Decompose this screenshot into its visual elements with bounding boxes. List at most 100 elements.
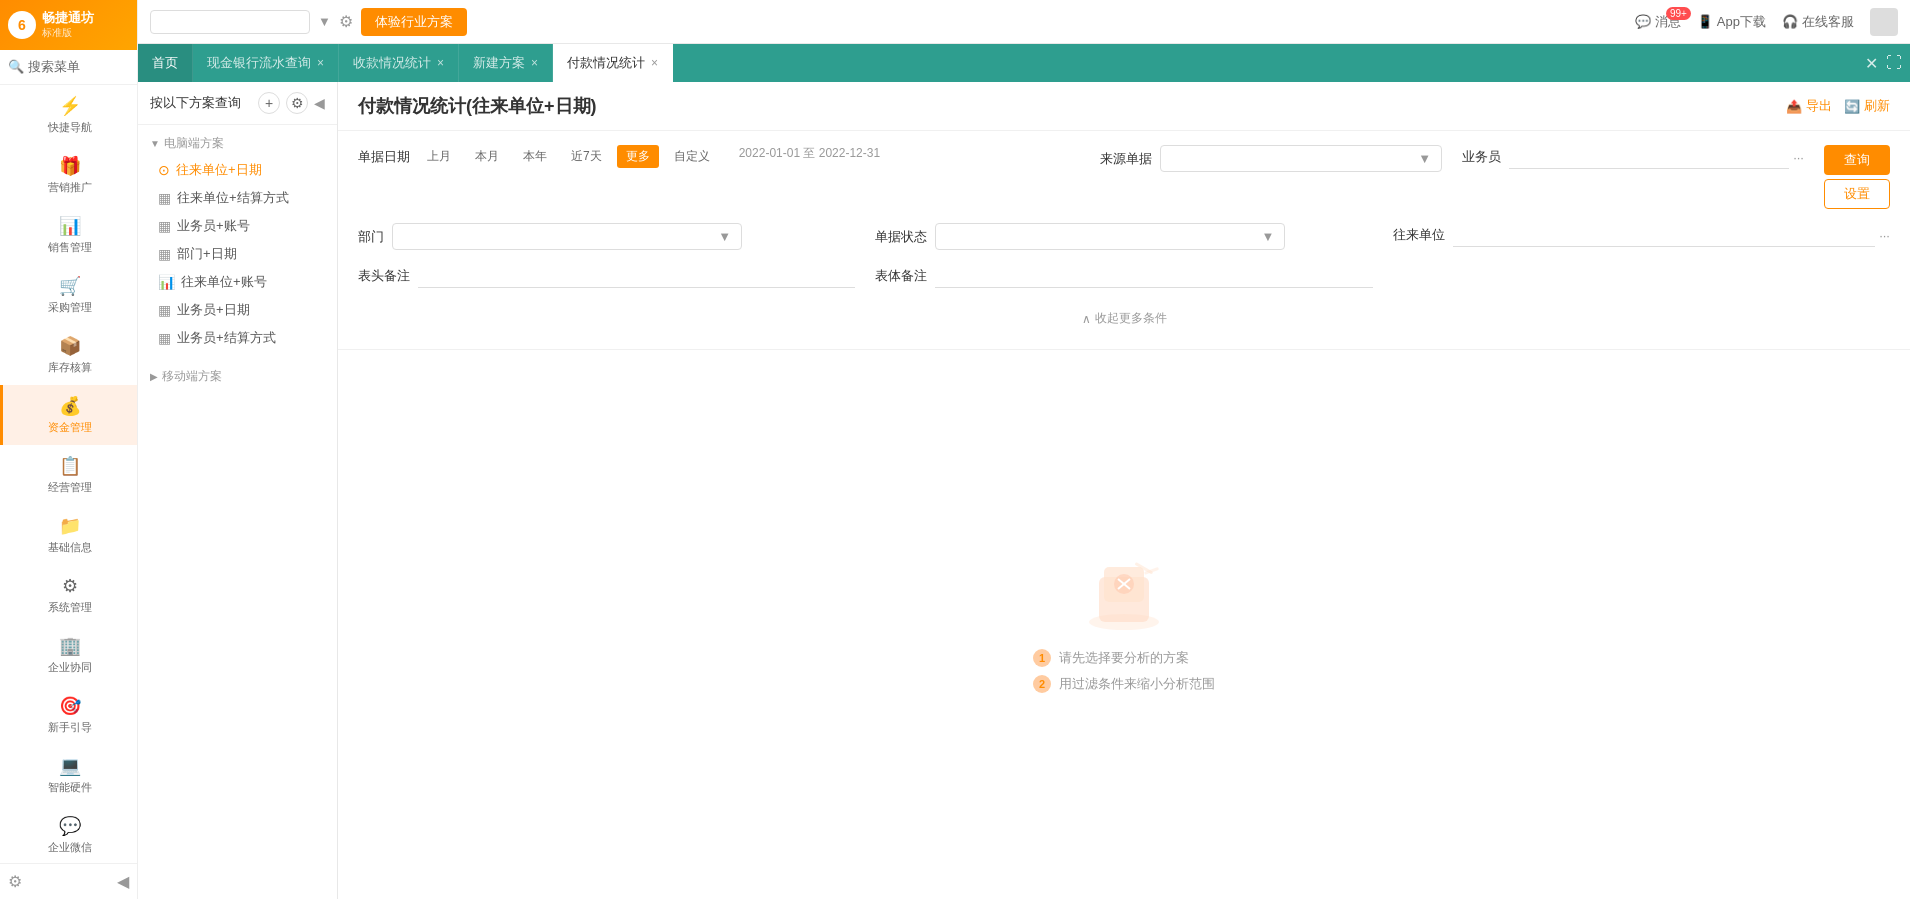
right-content: 付款情况统计(往来单位+日期) 📤 导出 🔄 刷新	[338, 82, 1910, 899]
sidebar-item-hardware[interactable]: 💻 智能硬件	[0, 745, 137, 805]
scheme-item-unit-account[interactable]: 📊 往来单位+账号	[150, 268, 325, 296]
collapse-bar[interactable]: ∧ 收起更多条件	[358, 302, 1890, 335]
app-download-action[interactable]: 📱 App下载	[1697, 13, 1766, 31]
tab-close-all-icon[interactable]: ✕	[1865, 54, 1878, 73]
sidebar-settings-icon[interactable]: ⚙	[8, 872, 22, 891]
mobile-scheme-label: 移动端方案	[162, 368, 222, 385]
header-note-input[interactable]	[418, 264, 855, 288]
sidebar-item-wechat[interactable]: 💬 企业微信	[0, 805, 137, 863]
sidebar-item-system[interactable]: ⚙ 系统管理	[0, 565, 137, 625]
this-month-btn[interactable]: 本月	[466, 145, 508, 168]
partner-input[interactable]	[1453, 223, 1875, 247]
sidebar-item-basic-info[interactable]: 📁 基础信息	[0, 505, 137, 565]
sidebar: 6 畅捷通坊 标准版 🔍 搜索菜单 ⚡ 快捷导航 🎁 营销推广 📊 销售管理 🛒…	[0, 0, 138, 899]
finance-label: 资金管理	[48, 420, 92, 435]
setting-button[interactable]: 设置	[1824, 179, 1890, 209]
wechat-label: 企业微信	[48, 840, 92, 855]
quick-nav-icon: ⚡	[59, 95, 81, 117]
scheme-item-unit-settle[interactable]: ▦ 往来单位+结算方式	[150, 184, 325, 212]
last-month-btn[interactable]: 上月	[418, 145, 460, 168]
partner-more-icon[interactable]: ···	[1879, 228, 1890, 243]
scheme-item-staff-settle[interactable]: ▦ 业务员+结算方式	[150, 324, 325, 352]
topbar-gear-icon[interactable]: ⚙	[339, 12, 353, 31]
message-action[interactable]: 💬 消息 99+	[1635, 13, 1681, 31]
sidebar-item-inventory[interactable]: 📦 库存核算	[0, 325, 137, 385]
scheme-item-staff-account[interactable]: ▦ 业务员+账号	[150, 212, 325, 240]
receipt-status-select[interactable]: ▼	[935, 223, 1285, 250]
tab-new-scheme-close[interactable]: ×	[531, 56, 538, 70]
main: ▼ ⚙ 体验行业方案 💬 消息 99+ 📱 App下载 🎧 在线客服 首页	[138, 0, 1910, 899]
sidebar-item-purchase[interactable]: 🛒 采购管理	[0, 265, 137, 325]
tab-receipt[interactable]: 收款情况统计 ×	[339, 44, 459, 82]
headset-icon: 🎧	[1782, 14, 1798, 29]
this-year-btn[interactable]: 本年	[514, 145, 556, 168]
body-note-input[interactable]	[935, 264, 1372, 288]
app-download-icon: 📱	[1697, 14, 1713, 29]
staff-settle-label: 业务员+结算方式	[177, 329, 276, 347]
tab-bank-close[interactable]: ×	[317, 56, 324, 70]
sidebar-collapse-icon[interactable]: ◀	[117, 872, 129, 891]
tab-receipt-close[interactable]: ×	[437, 56, 444, 70]
scheme-item-staff-date[interactable]: ▦ 业务员+日期	[150, 296, 325, 324]
dept-dropdown-icon: ▼	[718, 229, 731, 244]
tabs-bar: 首页 现金银行流水查询 × 收款情况统计 × 新建方案 × 付款情况统计 × ✕…	[138, 44, 1910, 82]
topbar-dropdown-icon[interactable]: ▼	[318, 14, 331, 29]
tip-text-1: 请先选择要分析的方案	[1059, 649, 1189, 667]
filter-row-3: 表头备注 表体备注	[358, 264, 1890, 288]
sidebar-item-enterprise[interactable]: 🏢 企业协同	[0, 625, 137, 685]
mobile-scheme-group-title[interactable]: ▶ 移动端方案	[150, 364, 325, 389]
scheme-settings-button[interactable]: ⚙	[286, 92, 308, 114]
receipt-status-dropdown-icon: ▼	[1261, 229, 1274, 244]
tab-expand-icon[interactable]: ⛶	[1886, 54, 1902, 72]
refresh-button[interactable]: 🔄 刷新	[1844, 97, 1890, 115]
last-7days-btn[interactable]: 近7天	[562, 145, 611, 168]
scheme-item-unit-date[interactable]: ⊙ 往来单位+日期	[150, 156, 325, 184]
dept-select[interactable]: ▼	[392, 223, 742, 250]
sales-icon: 📊	[59, 215, 81, 237]
scheme-item-dept-date[interactable]: ▦ 部门+日期	[150, 240, 325, 268]
tab-new-scheme[interactable]: 新建方案 ×	[459, 44, 553, 82]
collapse-label: 收起更多条件	[1095, 310, 1167, 327]
custom-btn[interactable]: 自定义	[665, 145, 719, 168]
desktop-scheme-group-title[interactable]: ▼ 电脑端方案	[150, 131, 325, 156]
sidebar-item-guide[interactable]: 🎯 新手引导	[0, 685, 137, 745]
sidebar-item-marketing[interactable]: 🎁 营销推广	[0, 145, 137, 205]
export-icon: 📤	[1786, 99, 1802, 114]
header-note-filter: 表头备注	[358, 264, 855, 288]
tab-payment-close[interactable]: ×	[651, 56, 658, 70]
online-service-action[interactable]: 🎧 在线客服	[1782, 13, 1854, 31]
topbar-search-input[interactable]	[150, 10, 310, 34]
sidebar-item-quick-nav[interactable]: ⚡ 快捷导航	[0, 85, 137, 145]
partner-filter: 往来单位 ···	[1393, 223, 1890, 247]
search-menu[interactable]: 🔍 搜索菜单	[0, 50, 137, 85]
sidebar-item-finance[interactable]: 💰 资金管理	[0, 385, 137, 445]
user-avatar[interactable]	[1870, 8, 1898, 36]
refresh-label: 刷新	[1864, 97, 1890, 115]
tab-bank[interactable]: 现金银行流水查询 ×	[193, 44, 339, 82]
tab-home[interactable]: 首页	[138, 44, 193, 82]
source-select[interactable]: ▼	[1160, 145, 1442, 172]
sidebar-nav: ⚡ 快捷导航 🎁 营销推广 📊 销售管理 🛒 采购管理 📦 库存核算 💰 资金管…	[0, 85, 137, 863]
add-scheme-button[interactable]: +	[258, 92, 280, 114]
tip-num-2: 2	[1033, 675, 1051, 693]
date-range-display: 2022-01-01 至 2022-12-31	[739, 145, 1081, 162]
staff-input[interactable]	[1509, 145, 1789, 169]
message-badge: 99+	[1666, 7, 1691, 20]
query-button[interactable]: 查询	[1824, 145, 1890, 175]
staff-more-icon[interactable]: ···	[1793, 150, 1804, 165]
topbar-actions: 💬 消息 99+ 📱 App下载 🎧 在线客服	[1635, 8, 1898, 36]
tab-receipt-label: 收款情况统计	[353, 54, 431, 72]
more-btn[interactable]: 更多	[617, 145, 659, 168]
export-button[interactable]: 📤 导出	[1786, 97, 1832, 115]
scheme-collapse-icon[interactable]: ◀	[314, 95, 325, 111]
export-label: 导出	[1806, 97, 1832, 115]
enterprise-icon: 🏢	[59, 635, 81, 657]
sidebar-item-operation[interactable]: 📋 经营管理	[0, 445, 137, 505]
staff-date-label: 业务员+日期	[177, 301, 250, 319]
dept-filter: 部门 ▼	[358, 223, 855, 250]
unit-date-label: 往来单位+日期	[176, 161, 262, 179]
body-note-filter: 表体备注	[875, 264, 1372, 288]
tab-payment[interactable]: 付款情况统计 ×	[553, 44, 673, 82]
sidebar-item-sales[interactable]: 📊 销售管理	[0, 205, 137, 265]
demo-button[interactable]: 体验行业方案	[361, 8, 467, 36]
